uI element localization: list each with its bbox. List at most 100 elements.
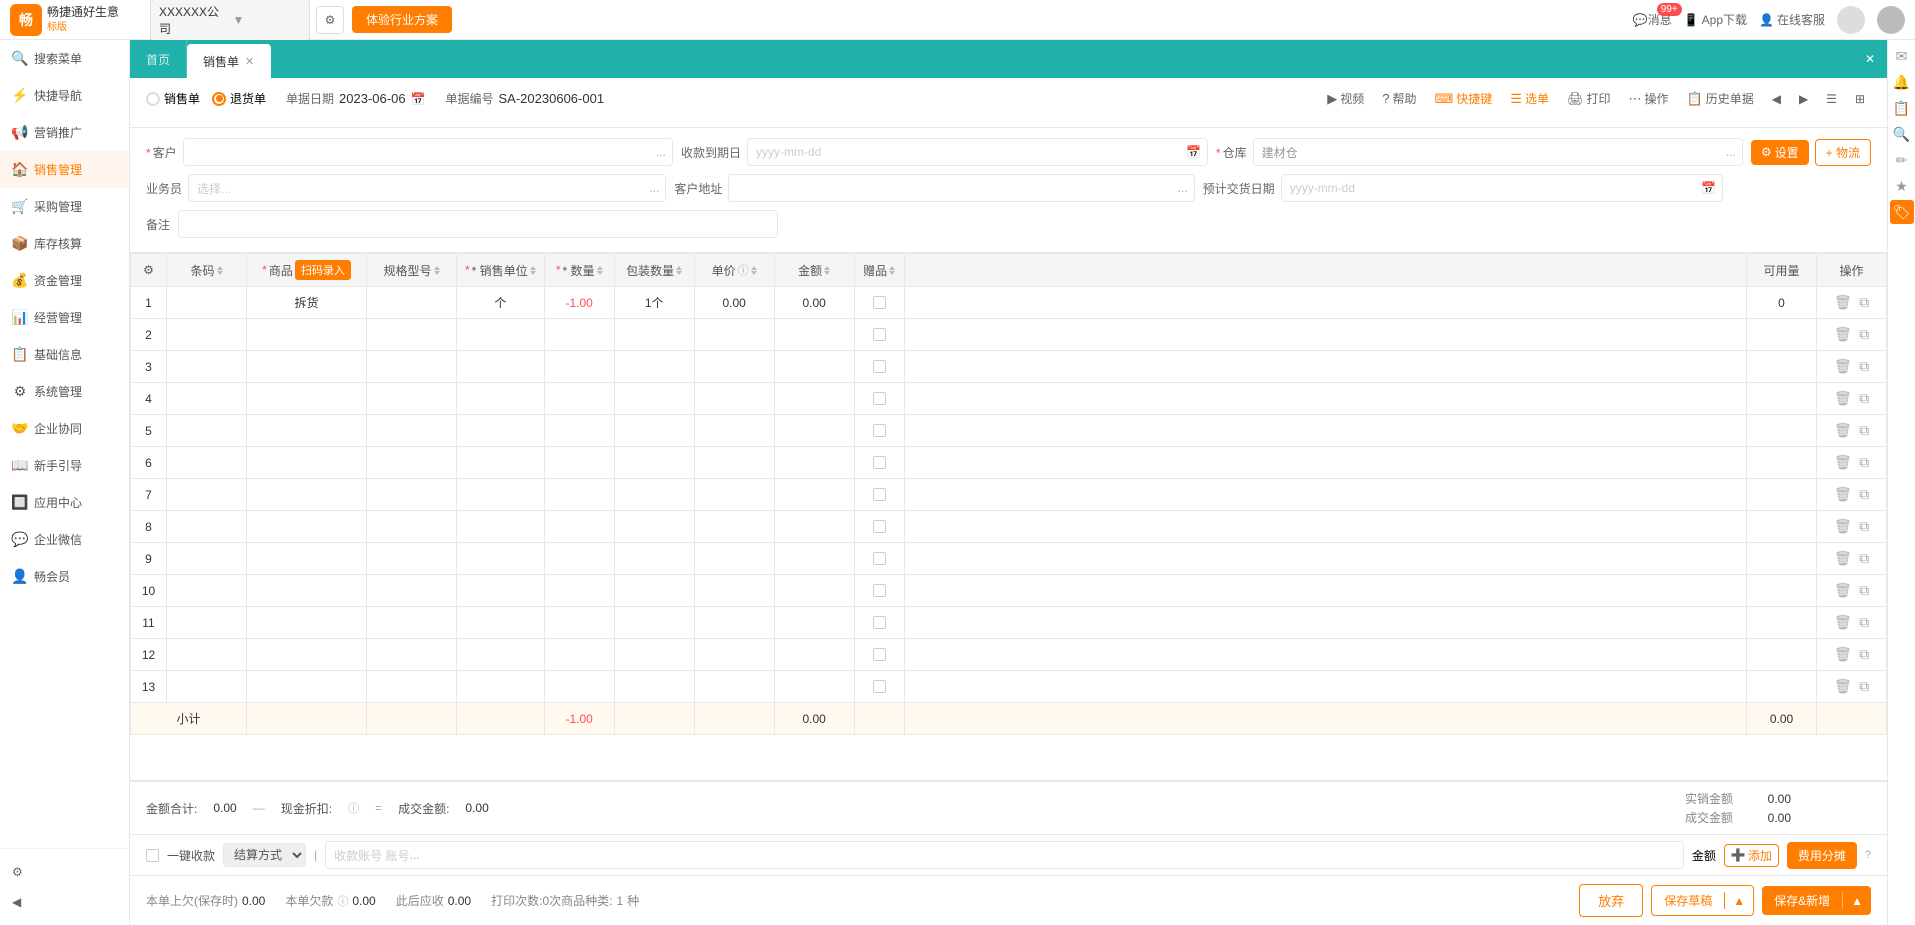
rs-btn-1[interactable]: ✉ xyxy=(1890,44,1914,68)
row-spec[interactable] xyxy=(367,287,457,319)
delete-row-button[interactable]: 🗑 xyxy=(1832,518,1854,535)
radio-return-order[interactable]: 退货单 xyxy=(212,90,266,107)
app-download-button[interactable]: 📱 App下载 xyxy=(1684,11,1747,28)
shortcut-button[interactable]: ⌨ 快捷键 xyxy=(1429,88,1499,109)
copy-row-button[interactable]: ⧉ xyxy=(1857,518,1871,535)
radio-sales-order[interactable]: 销售单 xyxy=(146,90,200,107)
gift-checkbox[interactable] xyxy=(873,584,886,597)
history-button[interactable]: 📋 历史单据 xyxy=(1681,88,1760,109)
next-button[interactable]: ▶ xyxy=(1793,90,1814,108)
delete-row-button[interactable]: 🗑 xyxy=(1832,358,1854,375)
row-product[interactable]: 拆货 xyxy=(247,287,367,319)
print-button[interactable]: 🖨 打印 xyxy=(1561,88,1617,109)
trial-button[interactable]: 体验行业方案 xyxy=(352,6,452,33)
copy-row-button[interactable]: ⧉ xyxy=(1857,486,1871,503)
rs-btn-2[interactable]: 🔔 xyxy=(1890,70,1914,94)
gift-checkbox[interactable] xyxy=(873,296,886,309)
tab-close-all-button[interactable]: ✕ xyxy=(1853,40,1887,78)
sidebar-collapse-button[interactable]: ◀ xyxy=(0,887,129,917)
row-barcode[interactable] xyxy=(167,287,247,319)
copy-row-button[interactable]: ⧉ xyxy=(1857,358,1871,375)
price-info-icon[interactable]: ⓘ xyxy=(738,262,749,278)
sidebar-item-search[interactable]: 🔍 搜索菜单 xyxy=(0,40,129,77)
copy-row-button[interactable]: ⧉ xyxy=(1857,326,1871,343)
add-payment-button[interactable]: ➕ 添加 xyxy=(1724,844,1779,867)
rs-btn-6[interactable]: ★ xyxy=(1890,174,1914,198)
calendar-icon[interactable]: 📅 xyxy=(411,92,426,106)
copy-row-button[interactable]: ⧉ xyxy=(1857,646,1871,663)
user-avatar[interactable] xyxy=(1837,6,1865,34)
warehouse-input[interactable]: 建材仓 ... xyxy=(1253,138,1743,166)
expected-date-input[interactable]: yyyy-mm-dd 📅 xyxy=(1281,174,1723,202)
sidebar-item-purchase[interactable]: 🛒 采购管理 xyxy=(0,188,129,225)
copy-row-button[interactable]: ⧉ xyxy=(1857,454,1871,471)
delete-row-button[interactable]: 🗑 xyxy=(1832,646,1854,663)
copy-row-button[interactable]: ⧉ xyxy=(1857,294,1871,311)
tab-sales-order[interactable]: 销售单 ✕ xyxy=(187,44,271,78)
row-gift[interactable] xyxy=(854,287,904,319)
scan-button[interactable]: 扫码录入 xyxy=(295,260,351,280)
sidebar-item-operations[interactable]: 📊 经营管理 xyxy=(0,299,129,336)
gift-checkbox[interactable] xyxy=(873,360,886,373)
prev-button[interactable]: ◀ xyxy=(1766,90,1787,108)
one-click-pay-checkbox[interactable] xyxy=(146,849,159,862)
customer-input[interactable]: ... xyxy=(183,138,673,166)
gift-checkbox[interactable] xyxy=(873,424,886,437)
copy-row-button[interactable]: ⧉ xyxy=(1857,582,1871,599)
save-new-arrow-icon[interactable]: ▲ xyxy=(1843,894,1871,908)
tab-home[interactable]: 首页 xyxy=(130,40,187,78)
row-remark[interactable] xyxy=(904,287,1746,319)
rs-btn-7[interactable]: 🏷 xyxy=(1890,200,1914,224)
rs-btn-3[interactable]: 📋 xyxy=(1890,96,1914,120)
remarks-input[interactable] xyxy=(178,210,778,238)
customer-addr-input[interactable]: ... xyxy=(728,174,1194,202)
sidebar-item-system[interactable]: ⚙ 系统管理 xyxy=(0,373,129,410)
view-grid-button[interactable]: ⊞ xyxy=(1849,90,1871,108)
sidebar-item-finance[interactable]: 💰 资金管理 xyxy=(0,262,129,299)
th-settings[interactable]: ⚙ xyxy=(131,254,167,287)
copy-row-button[interactable]: ⧉ xyxy=(1857,614,1871,631)
operations-button[interactable]: ⋯ 操作 xyxy=(1622,88,1674,109)
save-draft-button[interactable]: 保存草稿 ▲ xyxy=(1651,885,1754,916)
sidebar-item-member[interactable]: 👤 畅会员 xyxy=(0,558,129,595)
gift-checkbox[interactable] xyxy=(873,680,886,693)
copy-row-button[interactable]: ⧉ xyxy=(1857,550,1871,567)
tab-close-icon[interactable]: ✕ xyxy=(245,55,254,68)
help-button[interactable]: ? 帮助 xyxy=(1376,88,1422,109)
video-button[interactable]: ▶ 视频 xyxy=(1321,88,1370,109)
save-new-button[interactable]: 保存&新增 ▲ xyxy=(1762,886,1871,915)
user-avatar-2[interactable] xyxy=(1877,6,1905,34)
delete-row-button[interactable]: 🗑 xyxy=(1832,326,1854,343)
view-list-button[interactable]: ☰ xyxy=(1820,90,1843,108)
row-unit[interactable]: 个 xyxy=(457,287,545,319)
row-amount[interactable]: 0.00 xyxy=(774,287,854,319)
discard-button[interactable]: 放弃 xyxy=(1579,884,1643,917)
save-draft-arrow-icon[interactable]: ▲ xyxy=(1725,894,1753,908)
copy-row-button[interactable]: ⧉ xyxy=(1857,422,1871,439)
row-price[interactable]: 0.00 xyxy=(694,287,774,319)
sidebar-item-enterprise[interactable]: 🤝 企业协同 xyxy=(0,410,129,447)
due-date-input[interactable]: yyyy-mm-dd 📅 xyxy=(747,138,1208,166)
copy-row-button[interactable]: ⧉ xyxy=(1857,678,1871,695)
delete-row-button[interactable]: 🗑 xyxy=(1832,390,1854,407)
sidebar-item-guide[interactable]: 📖 新手引导 xyxy=(0,447,129,484)
logistics-button[interactable]: + 物流 xyxy=(1815,139,1871,166)
gift-checkbox[interactable] xyxy=(873,648,886,661)
gift-checkbox[interactable] xyxy=(873,552,886,565)
rs-btn-4[interactable]: 🔍 xyxy=(1890,122,1914,146)
delete-row-button[interactable]: 🗑 xyxy=(1832,294,1854,311)
sidebar-item-wechat[interactable]: 💬 企业微信 xyxy=(0,521,129,558)
delete-row-button[interactable]: 🗑 xyxy=(1832,550,1854,567)
sidebar-item-inventory[interactable]: 📦 库存核算 xyxy=(0,225,129,262)
sidebar-item-basic-info[interactable]: 📋 基础信息 xyxy=(0,336,129,373)
fee-split-button[interactable]: 费用分摊 xyxy=(1787,842,1857,869)
payment-account-input[interactable]: 收款账号 账号 ... xyxy=(325,841,1684,869)
gift-checkbox[interactable] xyxy=(873,456,886,469)
row-pkg-qty[interactable]: 1个 xyxy=(614,287,694,319)
salesperson-input[interactable]: 选择... ... xyxy=(188,174,666,202)
sidebar-item-quick-nav[interactable]: ⚡ 快捷导航 xyxy=(0,77,129,114)
sidebar-item-sales[interactable]: 🏠 销售管理 xyxy=(0,151,129,188)
row-qty[interactable]: -1.00 xyxy=(544,287,614,319)
delete-row-button[interactable]: 🗑 xyxy=(1832,454,1854,471)
delete-row-button[interactable]: 🗑 xyxy=(1832,422,1854,439)
